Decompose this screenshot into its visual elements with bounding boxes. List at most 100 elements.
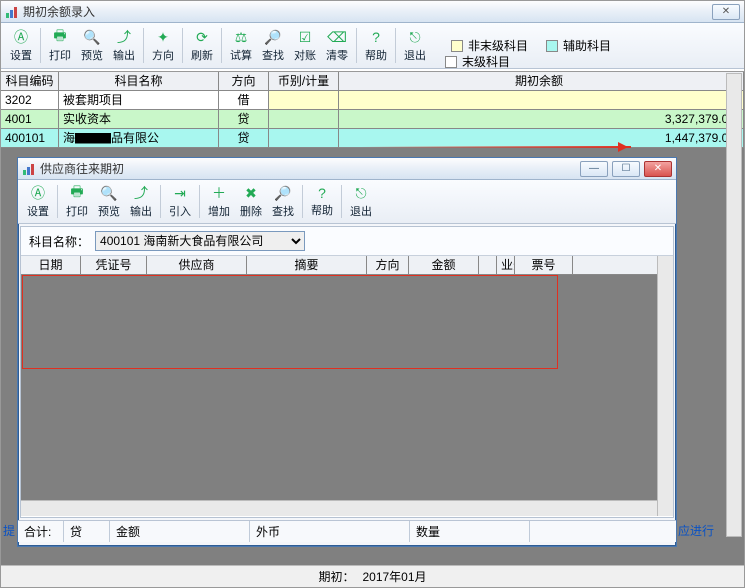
tb-刷新[interactable]: ⟳刷新 [186,25,218,66]
footer-dir: 贷 [64,521,110,542]
child-hscroll[interactable] [21,500,657,516]
tb-输出[interactable]: ⤴输出 [108,25,140,66]
tb-设置[interactable]: Ⓐ设置 [22,182,54,221]
查找-icon: 🔎 [274,185,292,202]
设置-icon: Ⓐ [29,184,47,202]
刷新-icon: ⟳ [193,28,211,46]
main-vscroll[interactable] [726,73,742,537]
main-grid-header: 科目编码 科目名称 方向 币别/计量 期初余额 [1,72,744,91]
status-period: 2017年01月 [362,568,426,585]
退出-icon: ⎋ [406,28,424,46]
预览-icon: 🔍 [100,185,118,202]
child-col-3[interactable]: 摘要 [247,256,367,274]
main-title: 期初余额录入 [23,3,708,20]
查找-icon: 🔎 [264,28,282,46]
tb-设置[interactable]: Ⓐ设置 [5,25,37,66]
tb-清零[interactable]: ⌫清零 [321,25,353,66]
col-code[interactable]: 科目编码 [1,72,59,90]
试算-icon: ⚖ [232,28,250,46]
增加-icon: ＋ [210,184,228,202]
tb-输出[interactable]: ⤴输出 [125,182,157,221]
tb-帮助[interactable]: ?帮助 [306,182,338,221]
swatch-leaf [445,56,457,68]
tb-方向[interactable]: ✦方向 [147,25,179,66]
tb-查找[interactable]: 🔎查找 [267,182,299,221]
child-title: 供应商往来期初 [40,160,576,177]
预览-icon: 🔍 [83,28,101,46]
child-max-button[interactable]: ☐ [612,161,640,177]
legend-aux: 辅助科目 [563,37,611,54]
child-col-4[interactable]: 方向 [367,256,409,274]
清零-icon: ⌫ [328,28,346,46]
legend-leaf: 末级科目 [462,53,510,70]
child-window: 供应商往来期初 ― ☐ ✕ Ⓐ设置🖶打印🔍预览⤴输出⇥引入＋增加✖删除🔎查找?帮… [17,157,677,547]
tb-打印[interactable]: 🖶打印 [61,182,93,221]
footer-qty: 数量 [410,521,530,542]
child-titlebar[interactable]: 供应商往来期初 ― ☐ ✕ [18,158,676,180]
帮助-icon: ? [367,28,385,46]
child-close-button[interactable]: ✕ [644,161,672,177]
statusbar: 期初： 2017年01月 [1,565,744,587]
km-select[interactable]: 400101 海南新大食品有限公司 [95,231,305,251]
tb-引入[interactable]: ⇥引入 [164,182,196,221]
child-min-button[interactable]: ― [580,161,608,177]
child-col-2[interactable]: 供应商 [147,256,247,274]
设置-icon: Ⓐ [12,28,30,46]
legend-nonleaf: 非末级科目 [468,37,528,54]
main-toolbar: Ⓐ设置🖶打印🔍预览⤴输出✦方向⟳刷新⚖试算🔎查找☑对账⌫清零?帮助⎋退出 非末级… [1,23,744,69]
child-grid: 日期凭证号供应商摘要方向金额业务员票号 [21,256,673,516]
left-hint: 提 [3,522,15,539]
legend: 非末级科目 辅助科目 末级科目 [431,25,611,66]
打印-icon: 🖶 [51,28,69,46]
right-link[interactable]: 应进行 [678,522,714,539]
table-row[interactable]: 4001实收资本贷3,327,379.00 [1,110,744,129]
main-close-button[interactable]: ✕ [712,4,740,20]
帮助-icon: ? [313,185,331,201]
status-period-label: 期初： [318,568,354,585]
col-bal[interactable]: 期初余额 [339,72,744,90]
child-app-icon [22,162,36,176]
打印-icon: 🖶 [68,184,86,202]
方向-icon: ✦ [154,28,172,46]
footer-amt: 金额 [110,521,250,542]
footer-sum: 合计: [18,521,64,542]
km-label: 科目名称： [29,233,89,250]
tb-打印[interactable]: 🖶打印 [44,25,76,66]
输出-icon: ⤴ [115,28,133,46]
tb-帮助[interactable]: ?帮助 [360,25,392,66]
tb-增加[interactable]: ＋增加 [203,182,235,221]
tb-退出[interactable]: ⎋退出 [399,25,431,66]
annotation-arrow [361,146,631,148]
table-row[interactable]: 3202被套期项目借 [1,91,744,110]
child-col-1[interactable]: 凭证号 [81,256,147,274]
删除-icon: ✖ [242,185,260,202]
swatch-aux [546,40,558,52]
child-vscroll[interactable] [657,256,673,516]
col-dir[interactable]: 方向 [219,72,269,90]
child-col-0[interactable]: 日期 [21,256,81,274]
tb-预览[interactable]: 🔍预览 [93,182,125,221]
对账-icon: ☑ [296,28,314,46]
child-toolbar: Ⓐ设置🖶打印🔍预览⤴输出⇥引入＋增加✖删除🔎查找?帮助⎋退出 [18,180,676,224]
km-row: 科目名称： 400101 海南新大食品有限公司 [21,227,673,256]
tb-查找[interactable]: 🔎查找 [257,25,289,66]
swatch-nonleaf [451,40,463,52]
footer-fc: 外币 [250,521,410,542]
tb-试算[interactable]: ⚖试算 [225,25,257,66]
col-cur[interactable]: 币别/计量 [269,72,339,90]
tb-预览[interactable]: 🔍预览 [76,25,108,66]
child-col-5[interactable]: 金额 [409,256,479,274]
退出-icon: ⎋ [352,185,370,202]
annotation-redbox [22,275,558,369]
引入-icon: ⇥ [171,185,189,202]
main-titlebar: 期初余额录入 ✕ [1,1,744,23]
app-icon [5,5,19,19]
tb-退出[interactable]: ⎋退出 [345,182,377,221]
col-name[interactable]: 科目名称 [59,72,219,90]
child-footer: 合计: 贷 金额 外币 数量 [18,520,676,542]
tb-对账[interactable]: ☑对账 [289,25,321,66]
child-col-7[interactable]: 票号 [515,256,573,274]
child-grid-header: 日期凭证号供应商摘要方向金额业务员票号 [21,256,673,275]
child-col-6[interactable]: 业务员 [497,256,515,274]
tb-删除[interactable]: ✖删除 [235,182,267,221]
